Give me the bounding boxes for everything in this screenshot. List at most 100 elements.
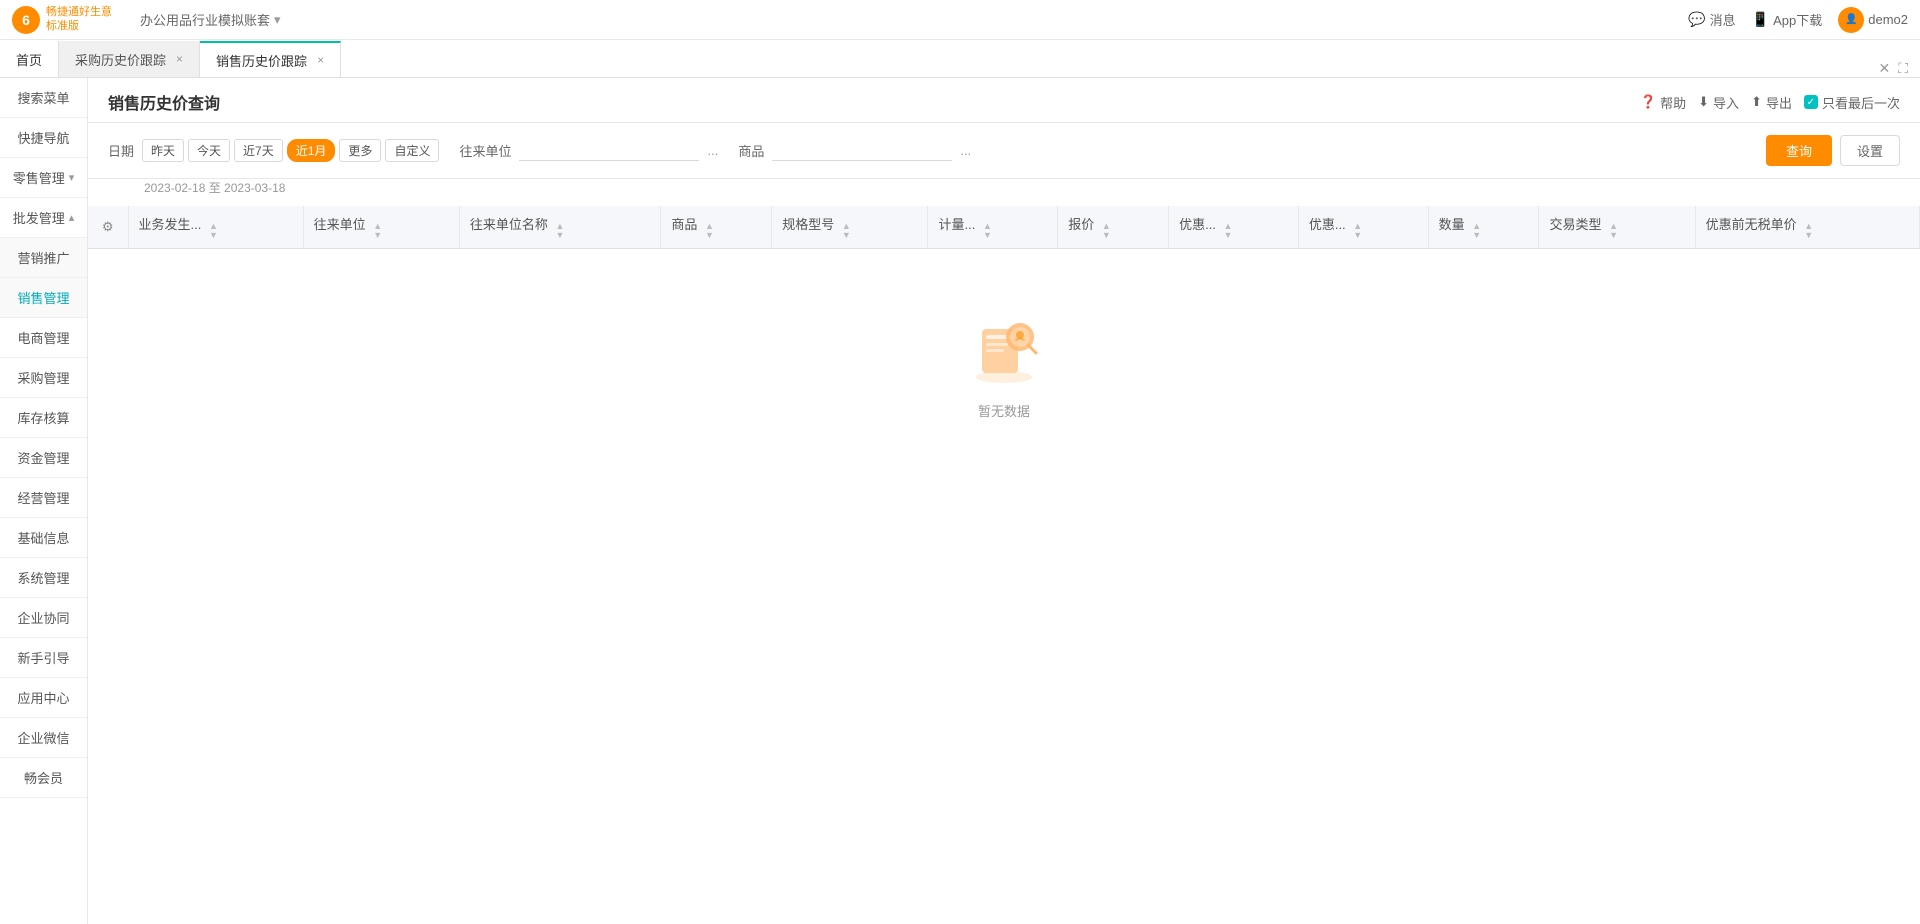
avatar: 👤 <box>1838 7 1864 33</box>
tab-close-all-icon[interactable]: ✕ <box>1878 60 1890 77</box>
search-button[interactable]: 查询 <box>1766 135 1832 166</box>
filter-area: 日期 昨天 今天 近7天 近1月 更多 自定义 往来单位 ... <box>88 123 1920 179</box>
date-btn-more[interactable]: 更多 <box>339 139 381 162</box>
quick-nav-label: 快捷导航 <box>17 128 69 147</box>
product-input[interactable] <box>772 141 952 161</box>
tab-sales-label: 销售历史价跟踪 <box>216 51 307 70</box>
th-quantity[interactable]: 数量 ▲▼ <box>1428 206 1539 249</box>
sidebar-item-member[interactable]: 畅会员 <box>0 758 87 798</box>
th-discount2[interactable]: 优惠... ▲▼ <box>1298 206 1428 249</box>
date-range-row: 2023-02-18 至 2023-03-18 <box>88 179 1920 206</box>
data-table: ⚙ 业务发生... ▲▼ 往来单位 ▲▼ 往来单位名称 <box>88 206 1920 249</box>
tab-sales-history[interactable]: 销售历史价跟踪 × <box>200 41 341 77</box>
sidebar-item-new-guide[interactable]: 新手引导 <box>0 638 87 678</box>
sort-arrows-quote: ▲▼ <box>1102 222 1111 240</box>
import-button[interactable]: ⬇ 导入 <box>1698 93 1739 112</box>
sidebar: 搜索菜单 快捷导航 零售管理 ▾ 批发管理 ▴ 营销推广 销售管理 电商管理 采… <box>0 78 88 924</box>
logo-char: 6 <box>22 12 30 28</box>
app-download-button[interactable]: 📱 App下载 <box>1752 10 1823 29</box>
user-menu[interactable]: 👤 demo2 <box>1838 7 1908 33</box>
sort-arrows-quantity: ▲▼ <box>1472 222 1481 240</box>
sidebar-item-inventory-check[interactable]: 库存核算 <box>0 398 87 438</box>
table-container: ⚙ 业务发生... ▲▼ 往来单位 ▲▼ 往来单位名称 <box>88 206 1920 924</box>
th-unit[interactable]: 计量... ▲▼ <box>928 206 1058 249</box>
sidebar-item-sys-mgmt[interactable]: 系统管理 <box>0 558 87 598</box>
logo-icon: 6 <box>12 6 40 34</box>
sort-arrows-from-unit: ▲▼ <box>373 222 382 240</box>
sidebar-item-wholesale-mgmt[interactable]: 批发管理 ▴ <box>0 198 87 238</box>
tab-purchase-label: 采购历史价跟踪 <box>75 50 166 69</box>
sidebar-item-ecom-mgmt[interactable]: 电商管理 <box>0 318 87 358</box>
tab-purchase-history[interactable]: 采购历史价跟踪 × <box>59 41 200 77</box>
from-unit-label: 往来单位 <box>459 141 511 160</box>
sort-arrows-pretax-price: ▲▼ <box>1804 222 1813 240</box>
sidebar-item-enterprise-collab[interactable]: 企业协同 <box>0 598 87 638</box>
sort-arrows-spec: ▲▼ <box>842 222 851 240</box>
empty-text: 暂无数据 <box>978 401 1030 420</box>
tab-sales-close-icon[interactable]: × <box>317 53 324 67</box>
ops-mgmt-label: 经营管理 <box>17 488 69 507</box>
from-unit-input[interactable] <box>519 141 699 161</box>
enterprise-wechat-label: 企业微信 <box>17 728 69 747</box>
sidebar-item-finance-mgmt[interactable]: 资金管理 <box>0 438 87 478</box>
tab-home[interactable]: 首页 <box>0 41 59 77</box>
th-product[interactable]: 商品 ▲▼ <box>661 206 772 249</box>
header-right: 💬 消息 📱 App下载 👤 demo2 <box>1688 7 1908 33</box>
sidebar-item-ops-mgmt[interactable]: 经营管理 <box>0 478 87 518</box>
sidebar-item-basic-info[interactable]: 基础信息 <box>0 518 87 558</box>
export-icon: ⬆ <box>1751 94 1762 110</box>
sidebar-item-app-center[interactable]: 应用中心 <box>0 678 87 718</box>
app-title-area: 办公用品行业模拟账套 ▾ <box>140 10 281 29</box>
export-button[interactable]: ⬆ 导出 <box>1751 93 1792 112</box>
th-discount1[interactable]: 优惠... ▲▼ <box>1169 206 1299 249</box>
tab-maximize-icon[interactable]: ⛶ <box>1898 60 1908 77</box>
empty-state: 暂无数据 <box>88 249 1920 480</box>
sidebar-item-sales-mgmt[interactable]: 销售管理 <box>0 278 87 318</box>
msg-button[interactable]: 💬 消息 <box>1688 10 1735 29</box>
from-unit-filter-group: 往来单位 ... <box>459 141 718 161</box>
date-btn-custom[interactable]: 自定义 <box>385 139 439 162</box>
gear-icon[interactable]: ⚙ <box>102 219 114 234</box>
sidebar-item-purchase-mgmt[interactable]: 采购管理 <box>0 358 87 398</box>
sort-arrows-trade-type: ▲▼ <box>1609 222 1618 240</box>
only-last-checkbox[interactable]: ✓ 只看最后一次 <box>1804 93 1900 112</box>
th-quote[interactable]: 报价 ▲▼ <box>1058 206 1169 249</box>
setting-button[interactable]: 设置 <box>1840 135 1900 166</box>
sidebar-item-enterprise-wechat[interactable]: 企业微信 <box>0 718 87 758</box>
date-buttons: 昨天 今天 近7天 近1月 更多 自定义 <box>142 139 439 162</box>
date-btn-yesterday[interactable]: 昨天 <box>142 139 184 162</box>
sort-arrows-unit: ▲▼ <box>983 222 992 240</box>
th-biz-date[interactable]: 业务发生... ▲▼ <box>128 206 303 249</box>
retail-mgmt-label: 零售管理 <box>13 168 65 187</box>
content-area: 销售历史价查询 ❓ 帮助 ⬇ 导入 ⬆ 导出 ✓ <box>88 78 1920 924</box>
retail-mgmt-arrow-icon: ▾ <box>69 171 75 184</box>
date-btn-1month[interactable]: 近1月 <box>287 139 336 162</box>
th-trade-type[interactable]: 交易类型 ▲▼ <box>1539 206 1695 249</box>
th-from-unit-name[interactable]: 往来单位名称 ▲▼ <box>459 206 661 249</box>
date-btn-today[interactable]: 今天 <box>188 139 230 162</box>
sidebar-item-search-menu[interactable]: 搜索菜单 <box>0 78 87 118</box>
from-unit-dots: ... <box>707 143 718 158</box>
logo-text: 畅捷通好生意 标准版 <box>46 6 112 32</box>
th-from-unit[interactable]: 往来单位 ▲▼ <box>303 206 459 249</box>
marketing-promo-label: 营销推广 <box>17 248 69 267</box>
search-menu-label: 搜索菜单 <box>17 88 69 107</box>
product-dots: ... <box>960 143 971 158</box>
sidebar-item-retail-mgmt[interactable]: 零售管理 ▾ <box>0 158 87 198</box>
sidebar-item-marketing-promo[interactable]: 营销推广 <box>0 238 87 278</box>
tab-purchase-close-icon[interactable]: × <box>176 52 183 66</box>
username: demo2 <box>1868 12 1908 27</box>
th-pretax-price[interactable]: 优惠前无税单价 ▲▼ <box>1695 206 1919 249</box>
help-button[interactable]: ❓ 帮助 <box>1640 93 1686 112</box>
sort-arrows-product: ▲▼ <box>705 222 714 240</box>
product-filter-group: 商品 ... <box>738 141 971 161</box>
dropdown-arrow-icon[interactable]: ▾ <box>274 12 281 28</box>
ecom-mgmt-label: 电商管理 <box>17 328 69 347</box>
page-header: 销售历史价查询 ❓ 帮助 ⬇ 导入 ⬆ 导出 ✓ <box>88 78 1920 123</box>
th-spec[interactable]: 规格型号 ▲▼ <box>772 206 928 249</box>
date-btn-7days[interactable]: 近7天 <box>234 139 283 162</box>
sidebar-item-quick-nav[interactable]: 快捷导航 <box>0 118 87 158</box>
import-icon: ⬇ <box>1698 94 1709 110</box>
th-gear[interactable]: ⚙ <box>88 206 128 249</box>
date-range-text: 2023-02-18 至 2023-03-18 <box>144 179 285 196</box>
